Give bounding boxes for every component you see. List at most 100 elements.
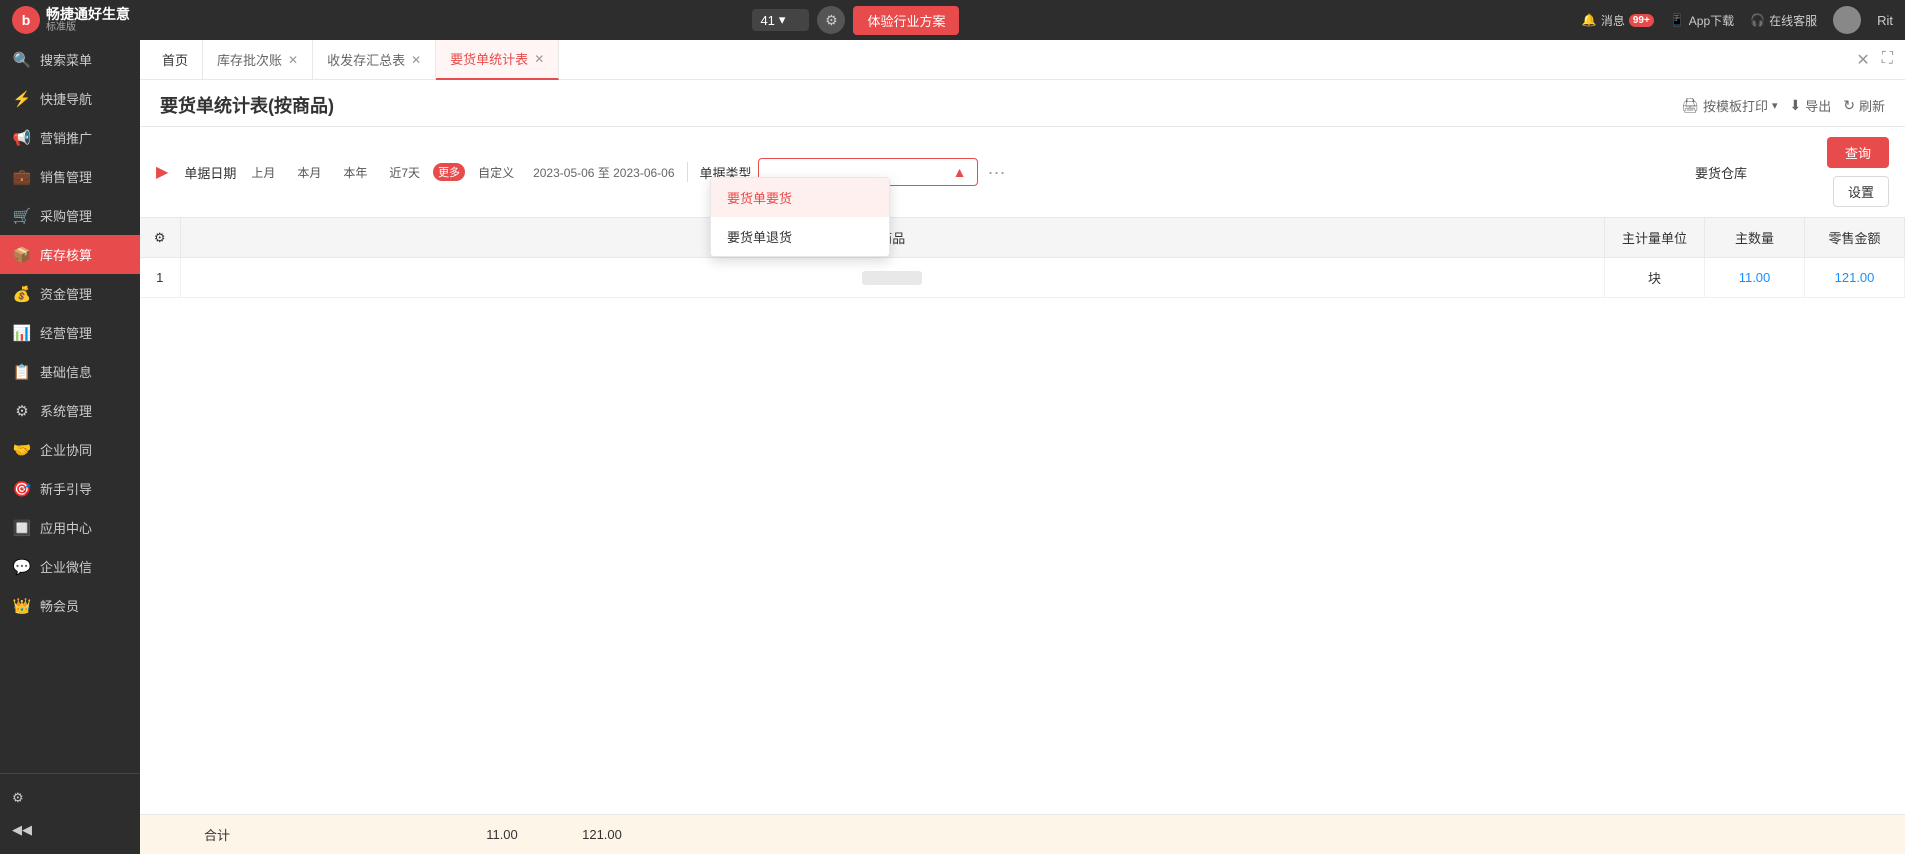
tab-close-inventory-batch[interactable]: ✕ <box>288 53 298 67</box>
settings-icon[interactable]: ⚙ <box>817 6 845 34</box>
chevron-down-icon: ▾ <box>779 12 786 28</box>
sidebar-item-label: 快捷导航 <box>40 89 92 108</box>
headset-icon: 🎧 <box>1750 13 1765 27</box>
footer-amount: 121.00 <box>552 827 652 842</box>
mobile-icon: 📱 <box>1670 13 1685 27</box>
system-icon: ⚙ <box>12 402 32 420</box>
sidebar-item-label: 企业微信 <box>40 557 92 576</box>
marketing-icon: 📢 <box>12 129 32 147</box>
top-header: b 畅捷通好生意 标准版 41 ▾ ⚙ 体验行业方案 🔔 消息 99+ 📱 Ap… <box>0 0 1905 40</box>
tab-order-summary[interactable]: 要货单统计表✕ <box>436 40 559 80</box>
sidebar-item-wx[interactable]: 💬企业微信 <box>0 547 140 586</box>
date-range-display: 2023-05-06 至 2023-06-06 <box>533 164 674 181</box>
operation-icon: 📊 <box>12 324 32 342</box>
sidebar-item-label: 销售管理 <box>40 167 92 186</box>
date-quick-buttons: 上月 本月 本年 近7天 更多 自定义 <box>242 160 523 185</box>
gear-icon: ⚙ <box>12 790 24 806</box>
last-7-days-btn[interactable]: 近7天 <box>380 160 429 185</box>
date-filter-group: 单据日期 上月 本月 本年 近7天 更多 自定义 2023-05-06 至 20… <box>184 160 674 185</box>
col-header-settings[interactable]: ⚙ <box>140 218 180 258</box>
tab-home[interactable]: 首页 <box>148 40 203 80</box>
qty-link[interactable]: 11.00 <box>1739 270 1771 285</box>
company-selector[interactable]: 41 ▾ <box>752 9 809 31</box>
purchase-icon: 🛒 <box>12 207 32 225</box>
sidebar-item-guide[interactable]: 🎯 新手引导 <box>0 469 140 508</box>
bell-icon: 🔔 <box>1582 13 1597 27</box>
dropdown-item-return[interactable]: 要货单退货 <box>711 217 889 256</box>
sidebar-item-label: 畅会员 <box>40 596 79 615</box>
export-button[interactable]: ⬇ 导出 <box>1790 96 1832 115</box>
tabs-bar: 首页库存批次账✕收发存汇总表✕要货单统计表✕ ✕ ⛶ <box>140 40 1905 80</box>
table-row: 1 块 11.00 121.00 <box>140 258 1905 298</box>
enterprise-icon: 🤝 <box>12 441 32 459</box>
sidebar-item-system[interactable]: ⚙系统管理 <box>0 391 140 430</box>
footer-label: 合计 <box>192 825 352 844</box>
sidebar-item-purchase[interactable]: 🛒采购管理 <box>0 196 140 235</box>
query-button[interactable]: 查询 <box>1827 137 1889 168</box>
row-amount: 121.00 <box>1805 258 1905 298</box>
more-options-btn[interactable]: ··· <box>988 162 1006 183</box>
basic-icon: 📋 <box>12 363 32 381</box>
export-icon: ⬇ <box>1790 97 1802 114</box>
app-name: 畅捷通好生意 标准版 <box>46 6 130 35</box>
sidebar-item-operation[interactable]: 📊经营管理 <box>0 313 140 352</box>
col-header-qty: 主数量 <box>1705 218 1805 258</box>
header-center: 41 ▾ ⚙ 体验行业方案 <box>752 6 959 35</box>
amount-link[interactable]: 121.00 <box>1835 270 1875 285</box>
user-avatar[interactable] <box>1833 6 1861 34</box>
page-actions: 🖨 按模板打印 ▾ ⬇ 导出 ↻ 刷新 <box>1681 96 1885 115</box>
custom-date-btn[interactable]: 自定义 <box>469 160 523 185</box>
collapse-icon: ◀◀ <box>12 822 32 838</box>
notifications-button[interactable]: 🔔 消息 99+ <box>1582 12 1654 29</box>
sidebar-item-quick-nav[interactable]: ⚡快捷导航 <box>0 79 140 118</box>
guide-icon: 🎯 <box>12 480 32 498</box>
sidebar-item-finance[interactable]: 💰资金管理 <box>0 274 140 313</box>
sidebar: 🔍搜索菜单⚡快捷导航📢营销推广 💼 销售管理 🛒采购管理📦库存核算💰资金管理📊经营管理… <box>0 40 140 854</box>
sidebar-item-basic[interactable]: 📋基础信息 <box>0 352 140 391</box>
sales-icon: 💼 <box>12 168 32 186</box>
app-center-icon: 🔲 <box>12 519 32 537</box>
close-tab-btn[interactable]: ✕ <box>1852 48 1873 72</box>
inventory-icon: 📦 <box>12 246 32 264</box>
tab-close-order-summary[interactable]: ✕ <box>534 52 544 66</box>
this-month-btn[interactable]: 本月 <box>288 160 330 185</box>
more-date-badge[interactable]: 更多 <box>433 163 465 181</box>
col-header-product: 商品 <box>180 218 1605 258</box>
sidebar-collapse[interactable]: ◀◀ <box>0 814 140 846</box>
online-service-button[interactable]: 🎧 在线客服 <box>1750 12 1817 29</box>
tab-close-receivable-summary[interactable]: ✕ <box>411 53 421 67</box>
page-header: 要货单统计表(按商品) 🖨 按模板打印 ▾ ⬇ 导出 ↻ 刷新 <box>140 80 1905 127</box>
this-year-btn[interactable]: 本年 <box>334 160 376 185</box>
row-no: 1 <box>140 258 180 298</box>
sidebar-item-label: 新手引导 <box>40 479 92 498</box>
type-dropdown: 要货单要货 要货单退货 <box>710 177 890 257</box>
tabs-controls: ✕ ⛶ <box>1852 48 1897 72</box>
sidebar-item-search[interactable]: 🔍搜索菜单 <box>0 40 140 79</box>
page-content: 要货单统计表(按商品) 🖨 按模板打印 ▾ ⬇ 导出 ↻ 刷新 <box>140 80 1905 854</box>
sidebar-item-member[interactable]: 👑畅会员 <box>0 586 140 625</box>
sidebar-settings[interactable]: ⚙ <box>0 782 140 814</box>
filter-bar: ▶ 单据日期 上月 本月 本年 近7天 更多 自定义 2023-05-06 至 … <box>140 127 1905 218</box>
main-layout: 🔍搜索菜单⚡快捷导航📢营销推广 💼 销售管理 🛒采购管理📦库存核算💰资金管理📊经营管理… <box>0 40 1905 854</box>
expand-tabs-btn[interactable]: ⛶ <box>1878 48 1897 72</box>
table-settings-button[interactable]: 设置 <box>1833 176 1889 207</box>
sidebar-item-enterprise[interactable]: 🤝企业协同 <box>0 430 140 469</box>
sidebar-item-inventory[interactable]: 📦库存核算 <box>0 235 140 274</box>
user-name: Rit <box>1877 13 1893 28</box>
tab-label: 首页 <box>162 50 188 69</box>
logo-area: b 畅捷通好生意 标准版 <box>12 6 130 35</box>
app-download-button[interactable]: 📱 App下载 <box>1670 12 1734 29</box>
sidebar-item-sales[interactable]: 💼 销售管理 <box>0 157 140 196</box>
dropdown-item-order[interactable]: 要货单要货 <box>711 178 889 217</box>
sidebar-item-marketing[interactable]: 📢营销推广 <box>0 118 140 157</box>
refresh-button[interactable]: ↻ 刷新 <box>1843 96 1885 115</box>
tab-receivable-summary[interactable]: 收发存汇总表✕ <box>313 40 436 80</box>
sidebar-item-label: 搜索菜单 <box>40 50 92 69</box>
row-qty: 11.00 <box>1705 258 1805 298</box>
filter-expand-button[interactable]: ▶ <box>156 162 168 182</box>
last-month-btn[interactable]: 上月 <box>242 160 284 185</box>
sidebar-item-app-center[interactable]: 🔲应用中心 <box>0 508 140 547</box>
trial-button[interactable]: 体验行业方案 <box>853 6 959 35</box>
tab-inventory-batch[interactable]: 库存批次账✕ <box>203 40 313 80</box>
print-button[interactable]: 🖨 按模板打印 ▾ <box>1681 96 1777 115</box>
